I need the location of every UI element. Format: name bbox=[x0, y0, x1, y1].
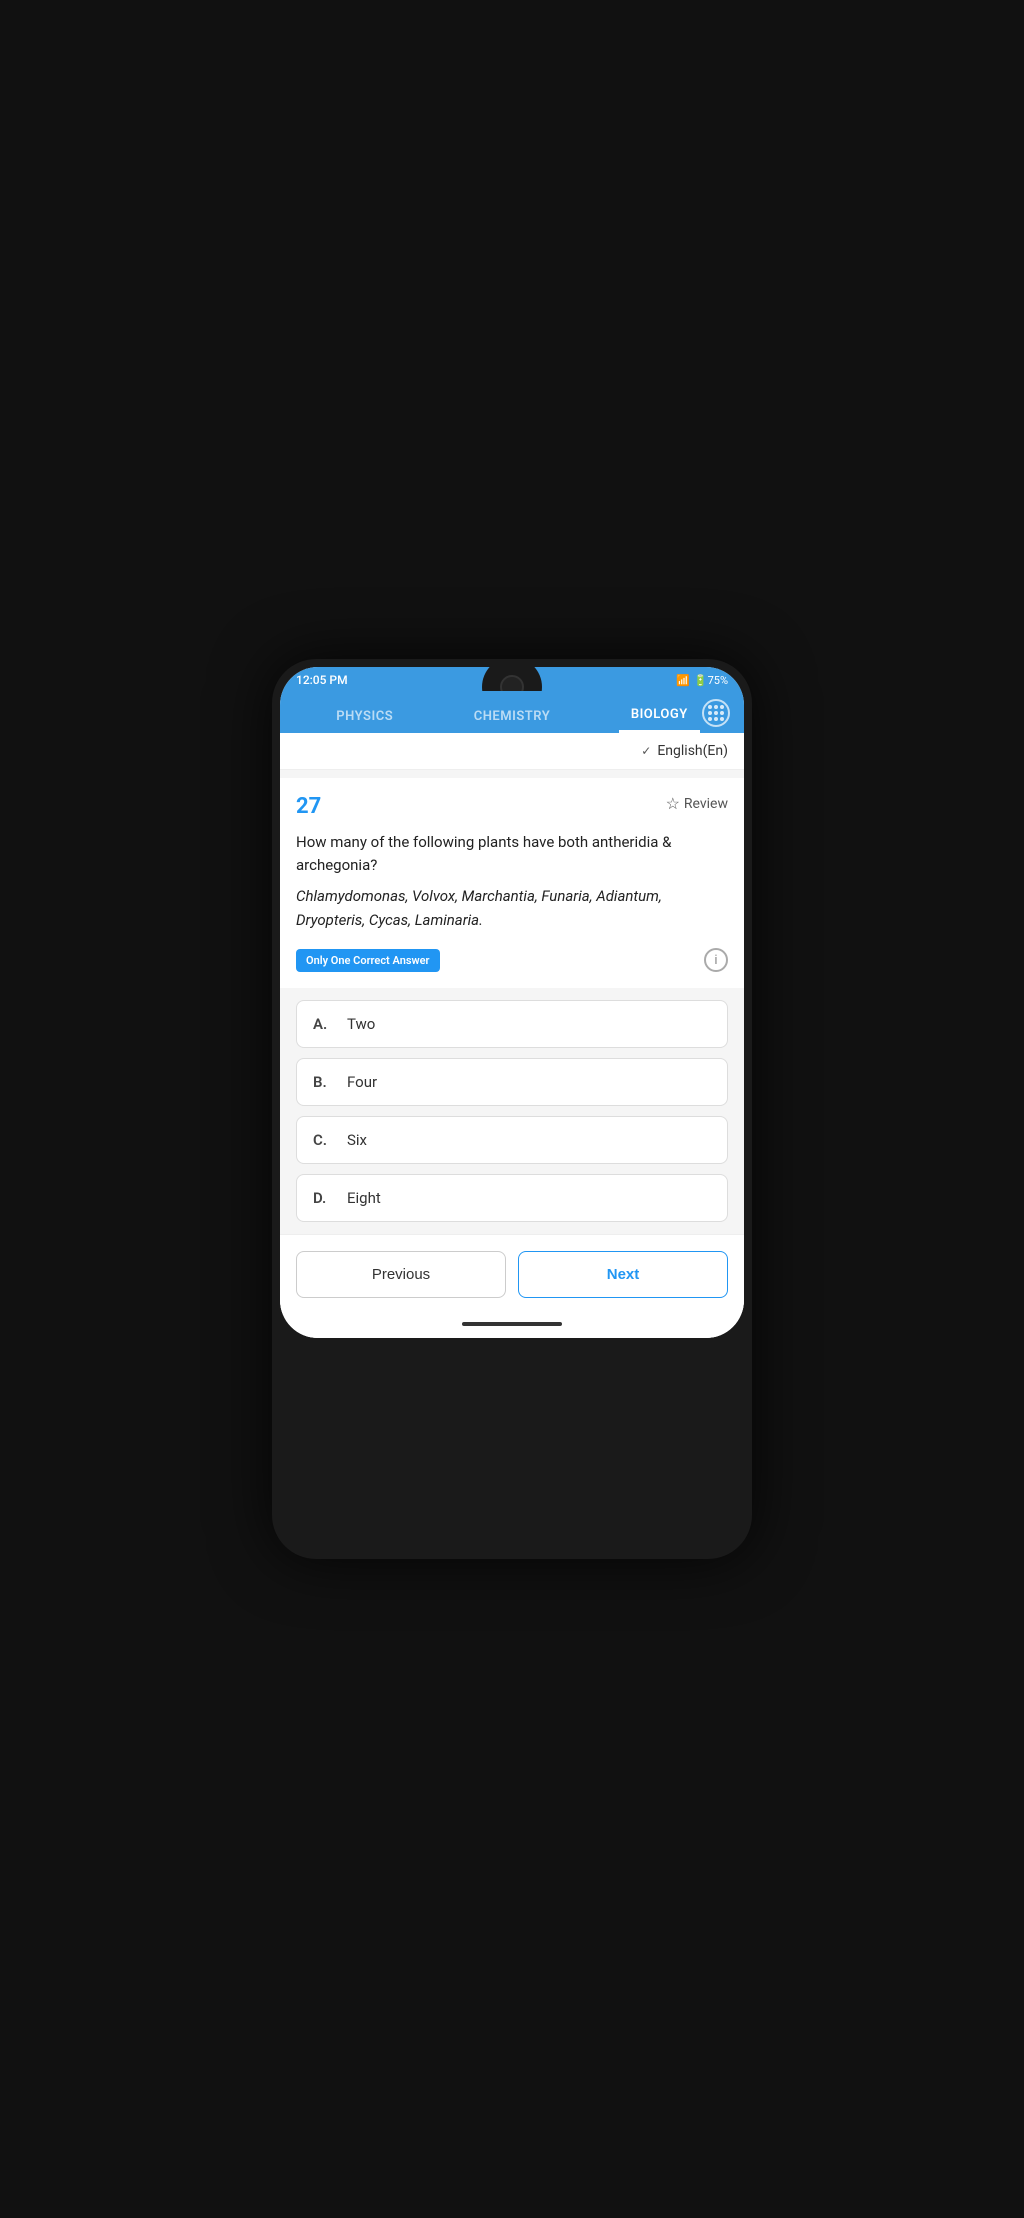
previous-button[interactable]: Previous bbox=[296, 1251, 506, 1298]
grid-dots bbox=[708, 705, 724, 721]
option-d-letter: D. bbox=[313, 1189, 333, 1207]
tab-chemistry[interactable]: CHEMISTRY bbox=[462, 701, 563, 732]
info-icon[interactable]: i bbox=[704, 948, 728, 972]
star-icon: ☆ bbox=[666, 794, 680, 813]
tab-physics[interactable]: PHYSICS bbox=[324, 701, 405, 732]
signal-icon: 📶 bbox=[676, 674, 690, 687]
tag-row: Only One Correct Answer i bbox=[296, 948, 728, 972]
option-c-text: Six bbox=[347, 1131, 367, 1149]
language-bar: ✓ English(En) bbox=[280, 733, 744, 770]
bottom-navigation: Previous Next bbox=[280, 1234, 744, 1314]
answer-type-tag[interactable]: Only One Correct Answer bbox=[296, 949, 440, 972]
option-b-text: Four bbox=[347, 1073, 377, 1091]
status-bar: 12:05 PM 📶 🔋 75% bbox=[280, 667, 744, 691]
status-icons: 📶 🔋 75% bbox=[676, 674, 728, 687]
review-label: Review bbox=[684, 796, 728, 812]
home-indicator bbox=[462, 1322, 562, 1326]
subject-tabs: PHYSICS CHEMISTRY BIOLOGY bbox=[280, 691, 744, 733]
option-a-letter: A. bbox=[313, 1015, 333, 1033]
battery-indicator: 🔋 75% bbox=[694, 674, 728, 687]
grid-menu-icon[interactable] bbox=[702, 699, 730, 727]
option-a-text: Two bbox=[347, 1015, 375, 1033]
option-c-letter: C. bbox=[313, 1131, 333, 1149]
tab-biology[interactable]: BIOLOGY bbox=[619, 699, 700, 733]
option-d[interactable]: D. Eight bbox=[296, 1174, 728, 1222]
question-number: 27 bbox=[296, 794, 321, 819]
option-c[interactable]: C. Six bbox=[296, 1116, 728, 1164]
next-button[interactable]: Next bbox=[518, 1251, 728, 1298]
option-a[interactable]: A. Two bbox=[296, 1000, 728, 1048]
option-b-letter: B. bbox=[313, 1073, 333, 1091]
content-area: ✓ English(En) 27 ☆ Review How many of th… bbox=[280, 733, 744, 1338]
language-label: English(En) bbox=[657, 743, 728, 759]
home-bar bbox=[280, 1314, 744, 1338]
question-italic-text: Chlamydomonas, Volvox, Marchantia, Funar… bbox=[296, 884, 728, 932]
question-area: 27 ☆ Review How many of the following pl… bbox=[280, 778, 744, 988]
status-time: 12:05 PM bbox=[296, 673, 348, 687]
question-header: 27 ☆ Review bbox=[296, 794, 728, 819]
option-b[interactable]: B. Four bbox=[296, 1058, 728, 1106]
phone-screen: 12:05 PM 📶 🔋 75% PHYSICS CHEMISTRY BIOLO… bbox=[280, 667, 744, 1338]
question-text: How many of the following plants have bo… bbox=[296, 831, 728, 876]
language-selector[interactable]: ✓ English(En) bbox=[641, 743, 728, 759]
chevron-down-icon: ✓ bbox=[641, 744, 651, 758]
option-d-text: Eight bbox=[347, 1189, 381, 1207]
review-button[interactable]: ☆ Review bbox=[666, 794, 728, 813]
options-area: A. Two B. Four C. Six D. Eight bbox=[280, 988, 744, 1234]
phone-device: 12:05 PM 📶 🔋 75% PHYSICS CHEMISTRY BIOLO… bbox=[272, 659, 752, 1559]
